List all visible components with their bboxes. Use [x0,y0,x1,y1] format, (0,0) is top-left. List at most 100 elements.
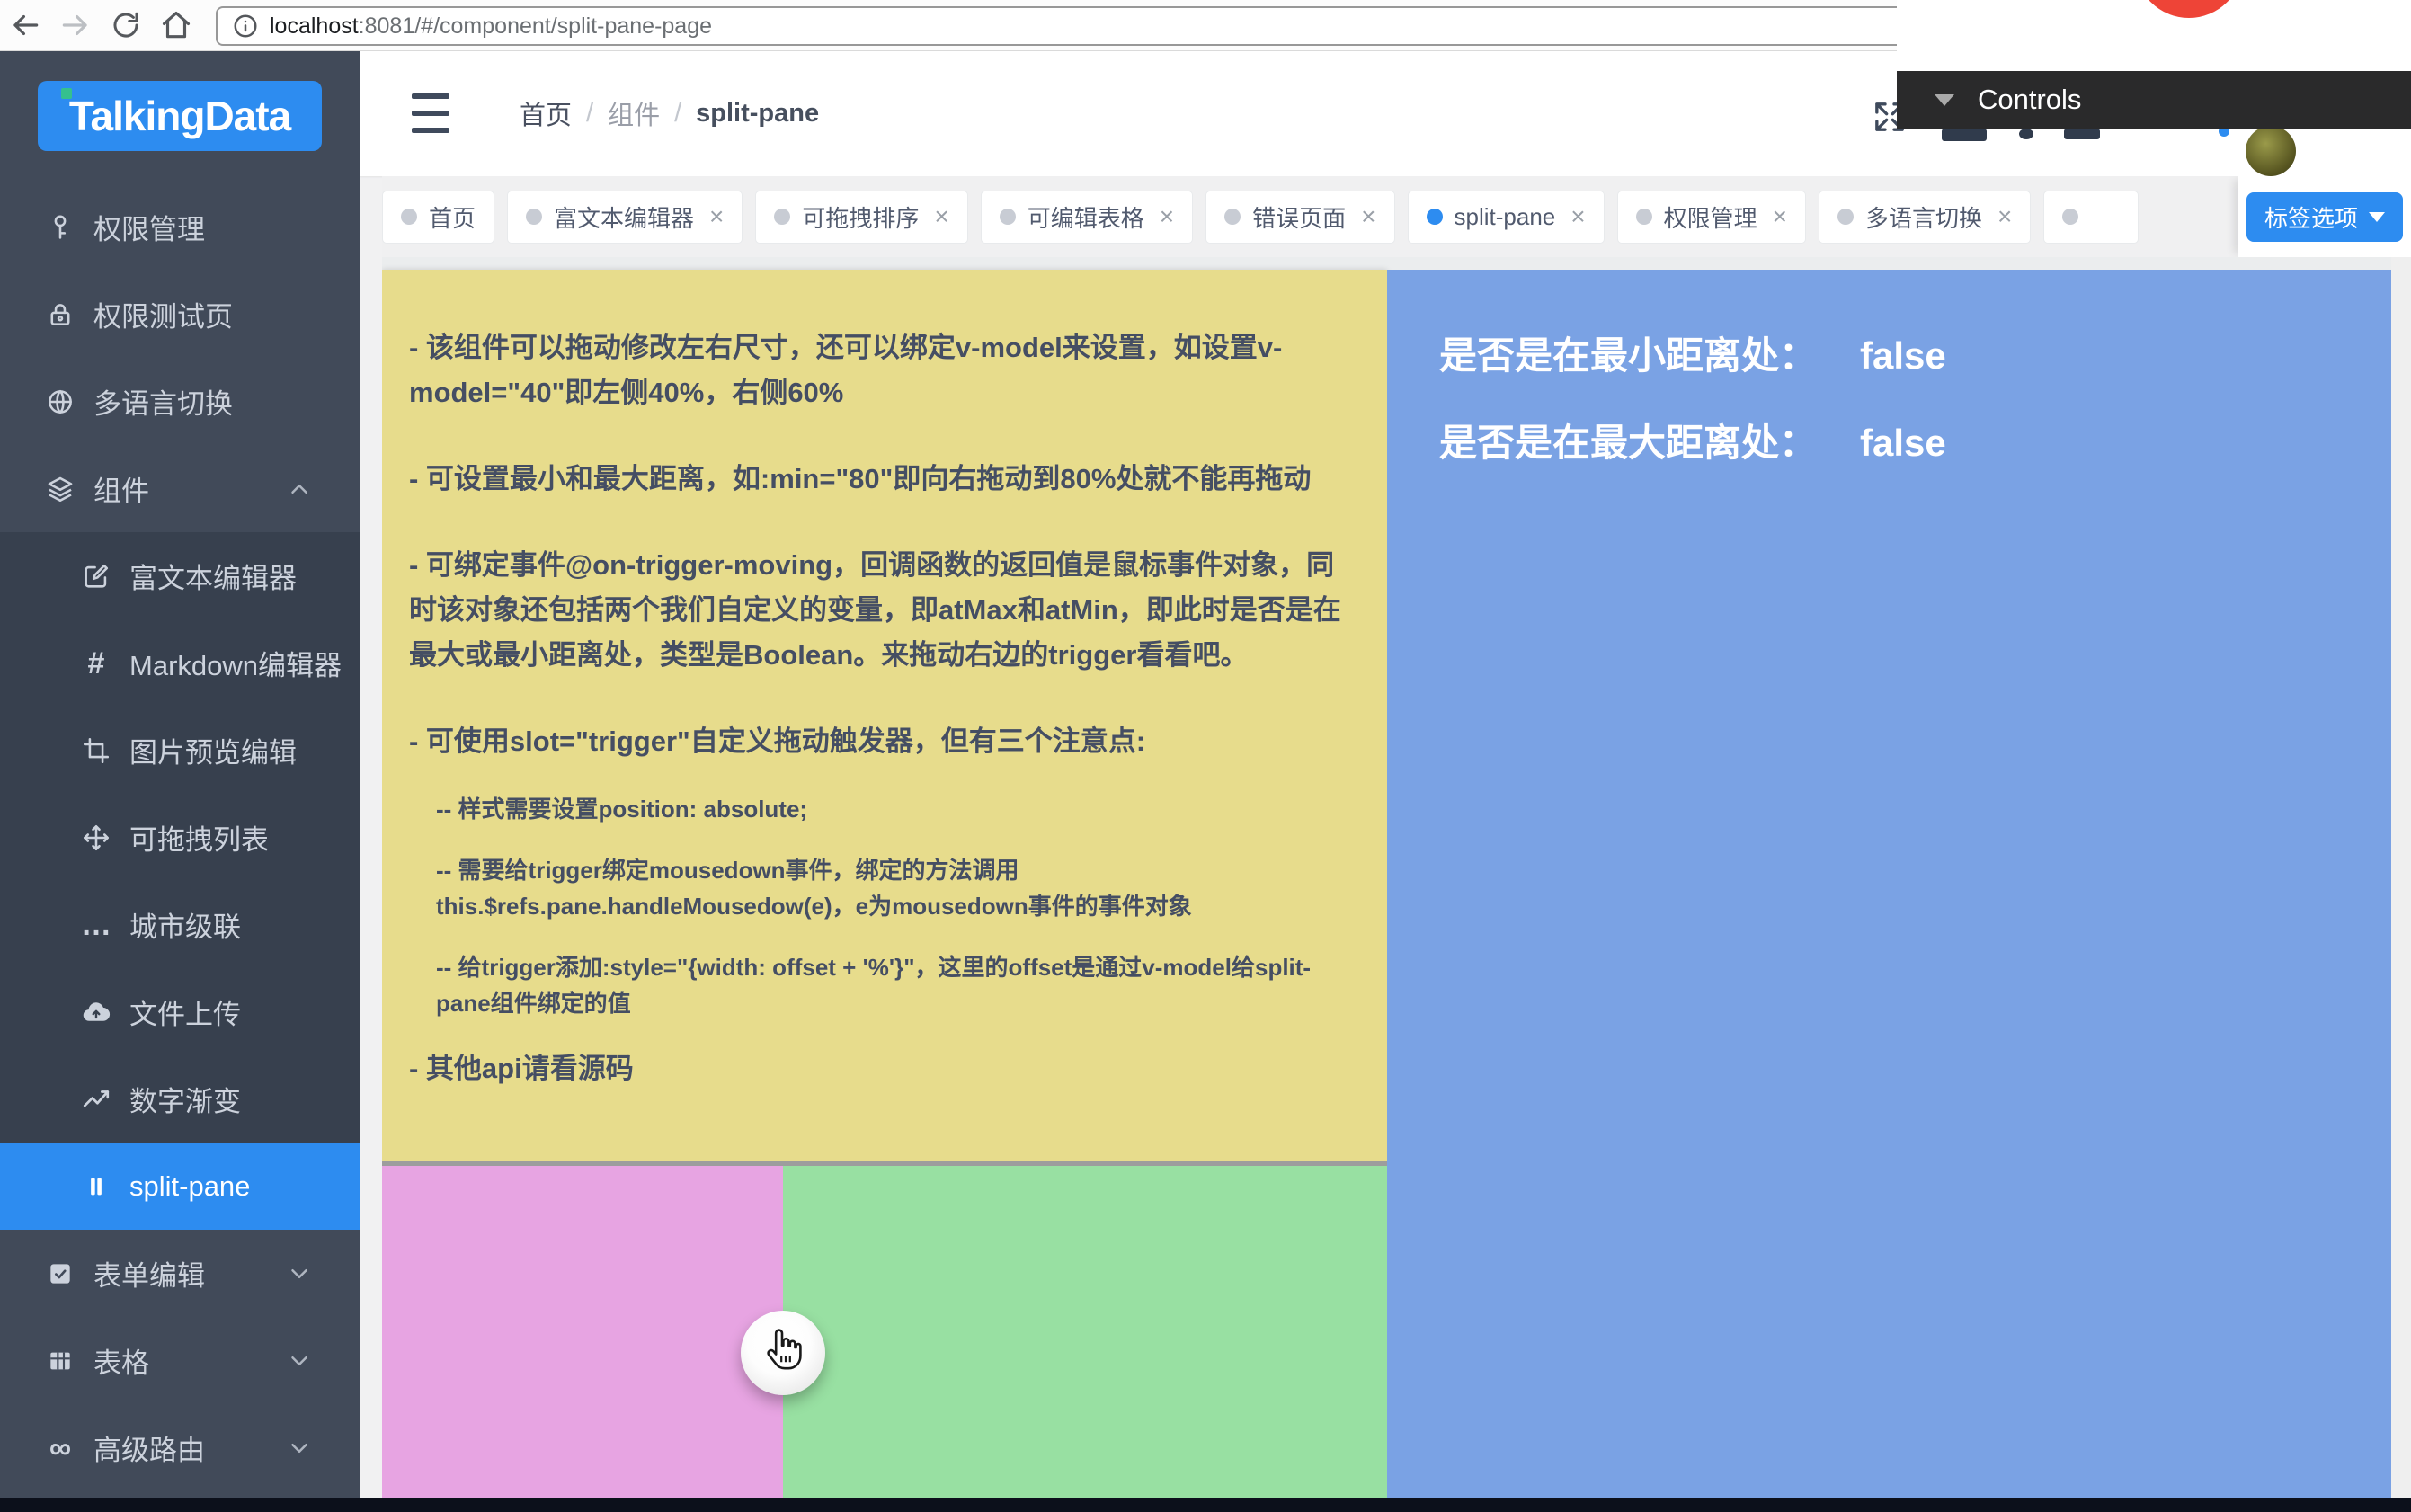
sidebar-item-form-edit[interactable]: 表单编辑 [0,1230,360,1317]
back-button[interactable] [0,0,50,50]
tab-dot-icon [1837,209,1854,225]
ellipsis-icon: … [81,907,111,942]
tab-permission-admin[interactable]: 权限管理 × [1616,190,1806,244]
close-icon[interactable]: × [1773,204,1787,229]
forward-arrow-icon [62,14,87,36]
sidebar-item-permission-test[interactable]: 权限测试页 [0,271,360,358]
chevron-up-icon [286,476,313,503]
logo-dot-icon [61,88,72,99]
logo-text: TalkingData [68,93,291,139]
forward-button[interactable] [50,0,101,50]
record-button-icon[interactable] [2135,0,2243,18]
split-pane-bottom-right [783,1166,1387,1498]
tab-draggable-sort[interactable]: 可拖拽排序 × [755,190,968,244]
sidebar-item-split-pane[interactable]: split-pane [0,1143,360,1230]
menu-toggle-button[interactable] [412,93,449,133]
sidebar-item-components[interactable]: 组件 [0,445,360,532]
split-pane-bottom-left [382,1166,783,1498]
sidebar-item-advanced-router[interactable]: ∞ 高级路由 [0,1404,360,1491]
tab-options-button[interactable]: 标签选项 [2246,191,2403,242]
tab-rich-text-editor[interactable]: 富文本编辑器 × [507,190,743,244]
lock-icon [43,299,77,330]
sidebar-item-file-upload[interactable]: 文件上传 [0,968,360,1055]
sidebar-item-number-gradient[interactable]: 数字渐变 [0,1055,360,1143]
sidebar-item-label: split-pane [129,1170,251,1202]
close-icon[interactable]: × [1997,204,2012,229]
note-line: - 可使用slot="trigger"自定义拖动触发器，但有三个注意点: [409,725,1146,757]
home-button[interactable] [151,0,201,50]
sidebar-item-i18n[interactable]: 多语言切换 [0,358,360,445]
screen: localhost:8081/#/component/split-pane-pa… [0,0,2411,1512]
sidebar-item-city-cascade[interactable]: … 城市级联 [0,881,360,968]
infinity-icon: ∞ [49,1430,72,1465]
breadcrumb-home[interactable]: 首页 [520,94,572,132]
tab-label: 首页 [429,204,476,232]
sidebar-item-label: 多语言切换 [93,388,233,420]
chevron-down-icon [286,1347,313,1374]
key-icon [43,212,77,243]
reload-button[interactable] [101,0,151,50]
tab-label: 可编辑表格 [1027,204,1144,232]
pause-icon [79,1172,113,1201]
edit-icon [79,561,113,591]
close-icon[interactable]: × [709,204,724,229]
split-pane-trigger[interactable] [741,1311,825,1395]
info-icon [234,14,257,38]
chevron-down-icon [286,1260,313,1287]
close-icon[interactable]: × [934,204,948,229]
breadcrumb-current: split-pane [696,98,820,128]
sidebar-item-draggable-list[interactable]: 可拖拽列表 [0,794,360,881]
sidebar-item-permission-admin[interactable]: 权限管理 [0,183,360,271]
url-path: :8081/#/component/split-pane-page [358,13,713,39]
split-pane-demo: - 该组件可以拖动修改左右尺寸，还可以绑定v-model来设置，如设置v-mod… [382,270,2391,1498]
tab-i18n[interactable]: 多语言切换 × [1818,190,2032,244]
tab-error-page[interactable]: 错误页面 × [1206,190,1395,244]
hidden-header-icon [2064,129,2100,139]
sidebar-item-label: 数字渐变 [129,1086,241,1117]
controls-label: Controls [1978,84,2082,115]
close-icon[interactable]: × [1361,204,1375,229]
tab-clipped[interactable] [2043,190,2140,244]
note-subline: -- 给trigger添加:style="{width: offset + '%… [436,954,1312,1017]
close-icon[interactable]: × [1160,204,1174,229]
sidebar-item-image-editor[interactable]: 图片预览编辑 [0,707,360,794]
desktop-edge [0,1498,2411,1512]
close-icon[interactable]: × [1570,204,1585,229]
breadcrumb-separator: / [586,98,594,128]
sidebar-item-label: Markdown编辑器 [129,650,342,681]
sidebar-item-table[interactable]: 表格 [0,1317,360,1404]
sidebar-item-label: 组件 [93,476,149,507]
url-host: localhost [270,13,359,39]
reload-icon [113,12,138,38]
tab-dot-icon [1635,209,1652,225]
recorder-overlay-panel [1897,0,2411,71]
tab-dot-icon [1224,209,1241,225]
avatar[interactable] [2246,126,2296,176]
hand-cursor-icon [767,1329,802,1370]
sidebar-item-label: 权限测试页 [93,301,233,333]
tab-split-pane[interactable]: split-pane × [1407,190,1605,244]
table-icon [43,1347,77,1375]
sidebar-item-label: 表格 [93,1347,149,1379]
note-line: - 该组件可以拖动修改左右尺寸，还可以绑定v-model来设置，如设置v-mod… [409,332,1283,408]
breadcrumb: 首页 / 组件 / split-pane [520,50,819,176]
tab-editable-table[interactable]: 可编辑表格 × [980,190,1194,244]
breadcrumb-components[interactable]: 组件 [608,94,660,132]
sidebar-item-rich-text-editor[interactable]: 富文本编辑器 [0,532,360,619]
collapse-arrow-icon [1935,93,1954,106]
app-logo[interactable]: TalkingData [38,81,322,151]
tab-bar: 首页 富文本编辑器 × 可拖拽排序 × 可编辑表格 × 错误页面 × split… [382,176,2411,257]
tab-home[interactable]: 首页 [382,190,495,244]
sidebar-item-markdown-editor[interactable]: # Markdown编辑器 [0,619,360,707]
main-content: - 该组件可以拖动修改左右尺寸，还可以绑定v-model来设置，如设置v-mod… [382,257,2411,1498]
breadcrumb-separator: / [674,98,682,128]
sidebar-item-label: 权限管理 [93,214,205,245]
status-value: false [1860,422,1946,464]
note-line: - 其他api请看源码 [409,1053,634,1084]
sidebar-item-label: 可拖拽列表 [129,824,269,856]
hidden-header-icon [1942,129,1987,141]
hash-icon: # [87,645,105,680]
sidebar-item-label: 高级路由 [93,1435,205,1466]
back-arrow-icon [13,14,39,36]
recorder-controls-bar[interactable]: Controls [1897,71,2411,129]
